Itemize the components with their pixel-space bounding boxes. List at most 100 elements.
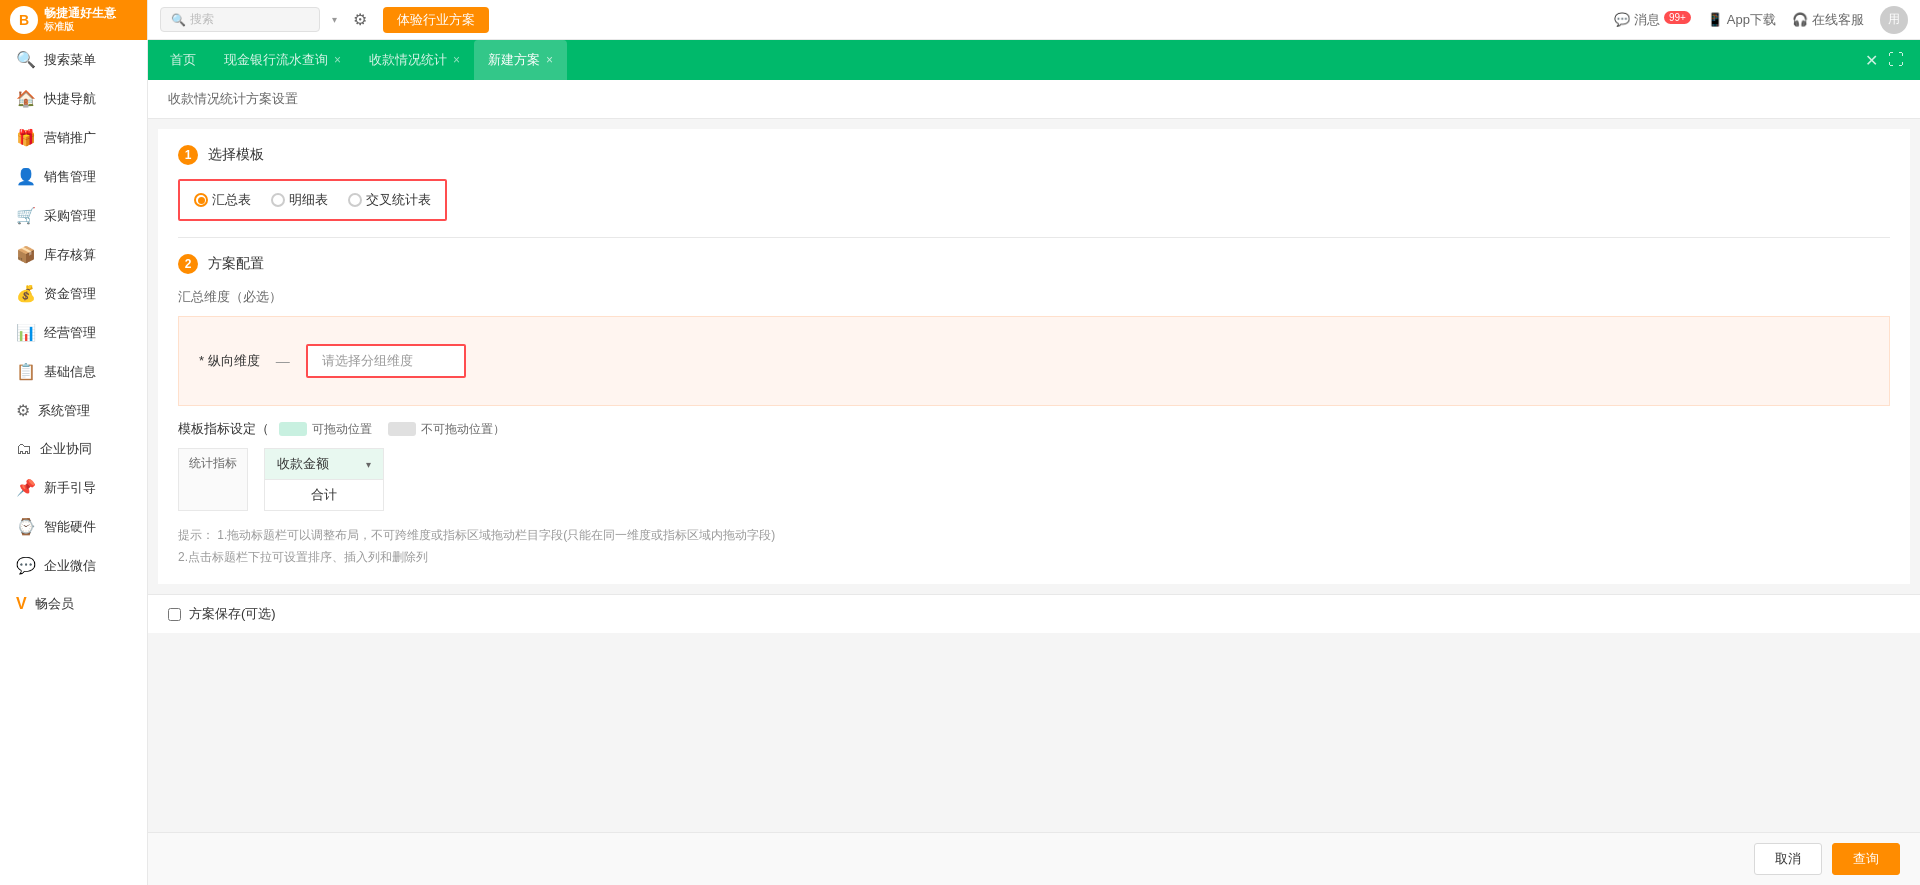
trial-button[interactable]: 体验行业方案 xyxy=(383,7,489,33)
tip-line2: 2.点击标题栏下拉可设置排序、插入列和删除列 xyxy=(178,547,1890,569)
download-item[interactable]: 📱 App下载 xyxy=(1707,11,1776,29)
sidebar-label: 库存核算 xyxy=(44,246,96,264)
stat-label-box: 统计指标 xyxy=(178,448,248,511)
sidebar-item-basic-info[interactable]: 📋 基础信息 xyxy=(0,352,147,391)
template-summary-label: 汇总表 xyxy=(212,191,251,209)
sidebar-item-marketing[interactable]: 🎁 营销推广 xyxy=(0,118,147,157)
legend-draggable: 可拖动位置 xyxy=(279,421,372,438)
tabbar-right-controls: ✕ ⛶ xyxy=(1865,51,1912,70)
sidebar-label: 企业协同 xyxy=(40,440,92,458)
vertical-dimension-label: * 纵向维度 xyxy=(199,352,260,370)
tip-line1: 提示： 1.拖动标题栏可以调整布局，不可跨维度或指标区域拖动栏目字段(只能在同一… xyxy=(178,525,1890,547)
close-tab-receipt[interactable]: × xyxy=(453,53,460,67)
tab-label: 现金银行流水查询 xyxy=(224,51,328,69)
main-card: 1 选择模板 汇总表 明细表 交叉统计表 xyxy=(158,129,1910,584)
clipboard-icon: 📋 xyxy=(16,362,36,381)
page-content: 收款情况统计方案设置 1 选择模板 汇总表 明细表 xyxy=(148,80,1920,832)
sidebar-item-nav[interactable]: 🏠 快捷导航 xyxy=(0,79,147,118)
template-summary[interactable]: 汇总表 xyxy=(194,191,251,209)
close-tab-new-plan[interactable]: × xyxy=(546,53,553,67)
brand-name: 畅捷通好生意 xyxy=(44,6,116,20)
sidebar-item-finance[interactable]: 💰 资金管理 xyxy=(0,274,147,313)
cancel-button[interactable]: 取消 xyxy=(1754,843,1822,875)
dimension-arrow: — xyxy=(276,353,290,369)
sidebar-item-vip[interactable]: V 畅会员 xyxy=(0,585,147,623)
radio-summary[interactable] xyxy=(194,193,208,207)
close-tab-cash-flow[interactable]: × xyxy=(334,53,341,67)
step2-section: 2 方案配置 汇总维度（必选） * 纵向维度 — 请选择分组维度 模板指标设定（ xyxy=(178,254,1890,568)
topbar-settings-icon[interactable]: ⚙ xyxy=(349,10,371,29)
money-icon: 💰 xyxy=(16,284,36,303)
sidebar-item-operations[interactable]: 📊 经营管理 xyxy=(0,313,147,352)
support-item[interactable]: 🎧 在线客服 xyxy=(1792,11,1864,29)
box-icon: 📦 xyxy=(16,245,36,264)
indicator-table: 收款金额 ▾ 合计 xyxy=(264,448,384,511)
brand-icon: B xyxy=(10,6,38,34)
tab-label: 首页 xyxy=(170,51,196,69)
query-button[interactable]: 查询 xyxy=(1832,843,1900,875)
sidebar-label: 企业微信 xyxy=(44,557,96,575)
sidebar-item-inventory[interactable]: 📦 库存核算 xyxy=(0,235,147,274)
close-window-icon[interactable]: ✕ xyxy=(1865,51,1878,70)
cart-icon: 🛒 xyxy=(16,206,36,225)
sidebar-label: 智能硬件 xyxy=(44,518,96,536)
col-dropdown-icon[interactable]: ▾ xyxy=(366,459,371,470)
sidebar-label: 资金管理 xyxy=(44,285,96,303)
sidebar-item-enterprise[interactable]: 🗂 企业协同 xyxy=(0,430,147,468)
notification-item[interactable]: 💬 消息 99+ xyxy=(1614,11,1691,29)
step1-title: 选择模板 xyxy=(208,146,264,164)
brand-sub: 标准版 xyxy=(44,20,116,34)
template-detail[interactable]: 明细表 xyxy=(271,191,328,209)
home-icon: 🏠 xyxy=(16,89,36,108)
search-icon-small: 🔍 xyxy=(171,13,186,27)
step1-number: 1 xyxy=(178,145,198,165)
sidebar-item-search[interactable]: 🔍 搜索菜单 xyxy=(0,40,147,79)
legend-non-draggable: 不可拖动位置） xyxy=(388,421,505,438)
legend-draggable-label: 可拖动位置 xyxy=(312,421,372,438)
brand-logo: B 畅捷通好生意 标准版 xyxy=(0,0,147,40)
step2-title: 方案配置 xyxy=(208,255,264,273)
template-detail-label: 明细表 xyxy=(289,191,328,209)
search-icon: 🔍 xyxy=(16,50,36,69)
save-checkbox[interactable] xyxy=(168,608,181,621)
download-icon: 📱 xyxy=(1707,12,1723,27)
chat-icon: 💬 xyxy=(16,556,36,575)
sidebar-item-system[interactable]: ⚙ 系统管理 xyxy=(0,391,147,430)
sidebar-item-sales[interactable]: 👤 销售管理 xyxy=(0,157,147,196)
pin-icon: 📌 xyxy=(16,478,36,497)
tab-new-plan[interactable]: 新建方案 × xyxy=(474,40,567,80)
step1-section: 1 选择模板 汇总表 明细表 交叉统计表 xyxy=(178,145,1890,221)
sidebar-item-purchase[interactable]: 🛒 采购管理 xyxy=(0,196,147,235)
action-bar: 取消 查询 xyxy=(148,832,1920,885)
sidebar-label: 畅会员 xyxy=(35,595,74,613)
gear-icon: ⚙ xyxy=(16,401,30,420)
radio-detail[interactable] xyxy=(271,193,285,207)
avatar[interactable]: 用 xyxy=(1880,6,1908,34)
sidebar-label: 采购管理 xyxy=(44,207,96,225)
notification-label: 消息 xyxy=(1634,11,1660,29)
topbar-arrow[interactable]: ▾ xyxy=(332,14,337,25)
topbar-right: 💬 消息 99+ 📱 App下载 🎧 在线客服 用 xyxy=(1614,6,1908,34)
watch-icon: ⌚ xyxy=(16,517,36,536)
tab-cash-flow[interactable]: 现金银行流水查询 × xyxy=(210,40,355,80)
sidebar-item-guide[interactable]: 📌 新手引导 xyxy=(0,468,147,507)
sidebar-item-wechat[interactable]: 💬 企业微信 xyxy=(0,546,147,585)
dimension-select[interactable]: 请选择分组维度 xyxy=(306,344,466,378)
template-cross[interactable]: 交叉统计表 xyxy=(348,191,431,209)
tab-receipt-stats[interactable]: 收款情况统计 × xyxy=(355,40,474,80)
save-label: 方案保存(可选) xyxy=(189,605,276,623)
sidebar-item-hardware[interactable]: ⌚ 智能硬件 xyxy=(0,507,147,546)
tab-home[interactable]: 首页 xyxy=(156,40,210,80)
folder-icon: 🗂 xyxy=(16,440,32,458)
indicator-col-header: 收款金额 ▾ xyxy=(265,449,383,480)
radio-cross[interactable] xyxy=(348,193,362,207)
sidebar-label: 系统管理 xyxy=(38,402,90,420)
page-title: 收款情况统计方案设置 xyxy=(168,91,298,106)
maximize-icon[interactable]: ⛶ xyxy=(1888,51,1904,69)
sidebar-label: 营销推广 xyxy=(44,129,96,147)
col-header-label: 收款金额 xyxy=(277,455,329,473)
notification-badge: 99+ xyxy=(1664,11,1691,24)
indicator-section: 模板指标设定（ 可拖动位置 不可拖动位置） xyxy=(178,420,1890,511)
template-cross-label: 交叉统计表 xyxy=(366,191,431,209)
topbar-search-box[interactable]: 🔍 搜索 xyxy=(160,7,320,32)
